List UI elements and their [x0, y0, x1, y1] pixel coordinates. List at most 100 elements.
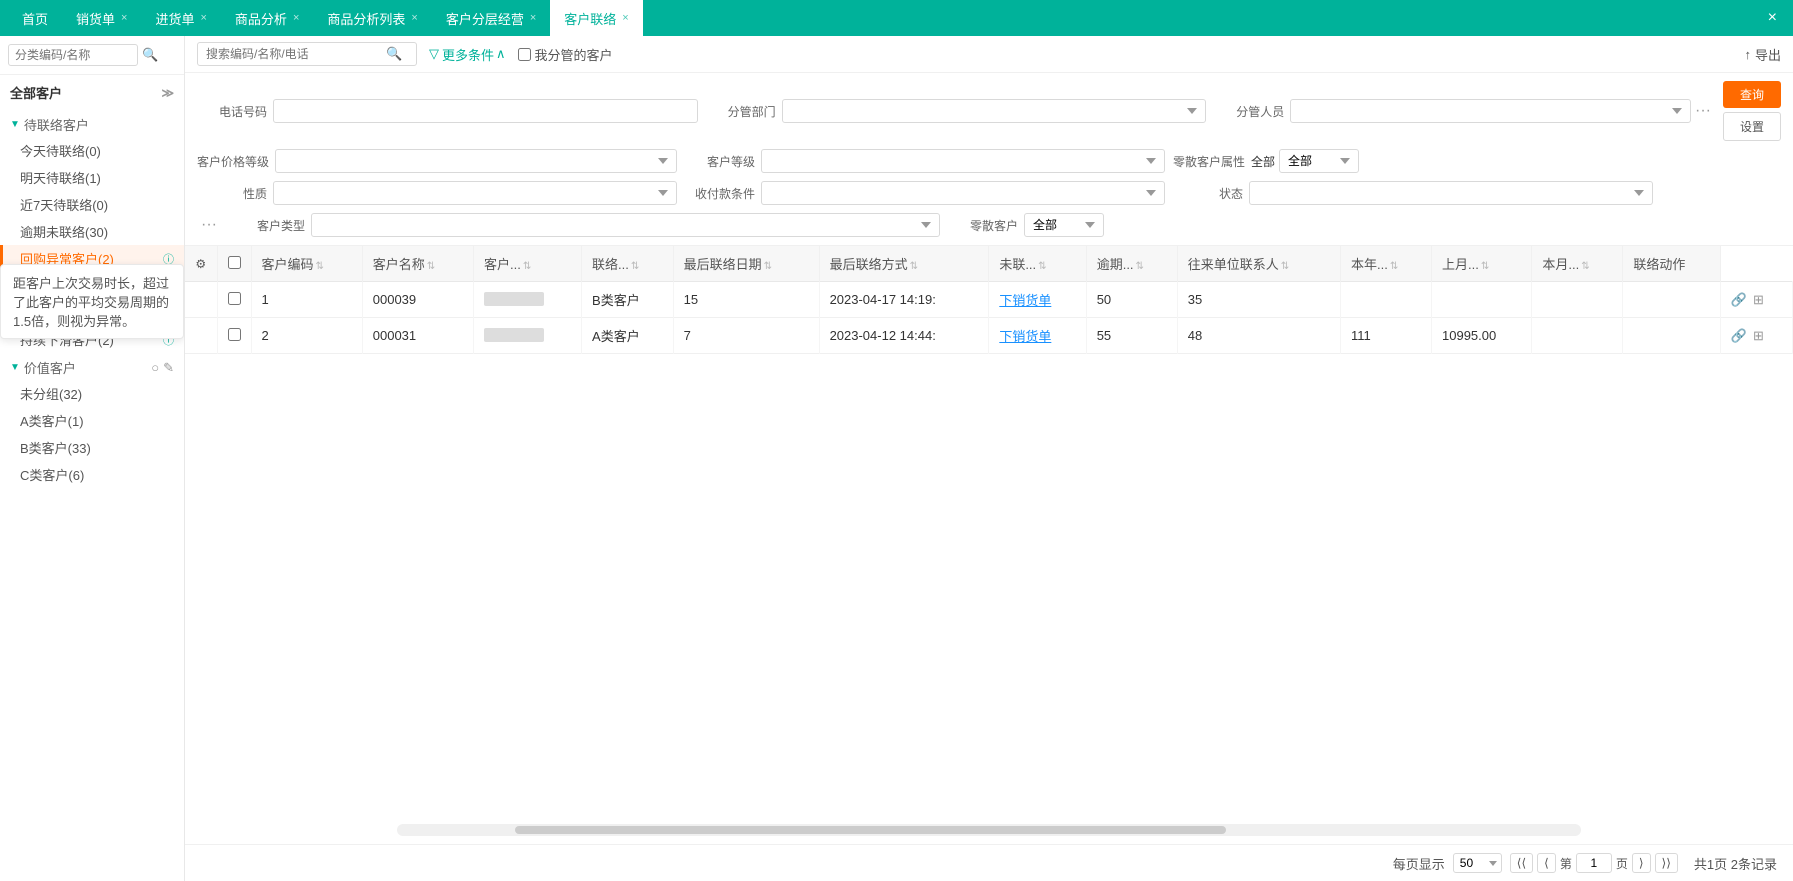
row1-action-qr-icon[interactable]: ⊞ [1753, 292, 1764, 308]
price-level-select[interactable] [275, 149, 677, 173]
filter-field-dots: ··· [197, 216, 227, 234]
value-group-edit-icon[interactable]: ✎ [163, 360, 174, 376]
nature-select[interactable] [273, 181, 677, 205]
sort-icon-code[interactable]: ⇅ [316, 261, 324, 272]
sidebar-item-a-class[interactable]: A类客户(1) [0, 407, 184, 434]
row1-checkbox[interactable] [217, 282, 251, 318]
advanced-filter-panel: 电话号码 分管部门 分管人员 ··· 查询 设置 [185, 73, 1793, 246]
export-button[interactable]: ↑ 导出 [1744, 45, 1781, 64]
first-page-button[interactable]: ⟨⟨ [1510, 853, 1533, 873]
row1-action-link-icon[interactable]: 🔗 [1731, 292, 1747, 308]
my-customers-check[interactable] [518, 48, 531, 61]
sidebar-item-7day-contact[interactable]: 近7天待联络(0) [0, 191, 184, 218]
nav-customer-tier-close[interactable]: × [530, 12, 536, 24]
nav-product-analysis-list-close[interactable]: × [411, 12, 417, 24]
sidebar-search-icon[interactable]: 🔍 [142, 47, 158, 63]
row2-code: 000031 [362, 318, 473, 354]
row1-last-month [1532, 282, 1623, 318]
row2-uncontacted: 55 [1086, 318, 1177, 354]
nav-product-analysis[interactable]: 商品分析 × [221, 0, 313, 36]
sort-icon-date[interactable]: ⇅ [764, 261, 772, 272]
nav-product-analysis-close[interactable]: × [293, 12, 299, 24]
sidebar-item-b-class[interactable]: B类客户(33) [0, 434, 184, 461]
sidebar-item-today-contact[interactable]: 今天待联络(0) [0, 137, 184, 164]
sort-icon-this-year[interactable]: ⇅ [1390, 261, 1398, 272]
nav-sales-order-close[interactable]: × [121, 12, 127, 24]
nav-product-analysis-list[interactable]: 商品分析列表 × [313, 0, 431, 36]
sidebar-item-ungrouped[interactable]: 未分组(32) [0, 380, 184, 407]
settings-button[interactable]: 设置 [1723, 112, 1781, 141]
sort-icon-method[interactable]: ⇅ [910, 261, 918, 272]
nav-home[interactable]: 首页 [8, 0, 62, 36]
branch-dept-label: 分管部门 [706, 103, 776, 120]
sidebar-item-tomorrow-contact[interactable]: 明天待联络(1) [0, 164, 184, 191]
col-checkbox[interactable] [217, 246, 251, 282]
sidebar-group-pending-contact[interactable]: ▼ 待联络客户 [0, 110, 184, 137]
row1-last-contact-method[interactable]: 下销货单 [989, 282, 1086, 318]
row2-checkbox[interactable] [217, 318, 251, 354]
row2-last-contact-method[interactable]: 下销货单 [989, 318, 1086, 354]
row1-name [474, 282, 582, 318]
retail-customer-select[interactable]: 全部 [1024, 213, 1104, 237]
last-page-button[interactable]: ⟩⟩ [1655, 853, 1678, 873]
sidebar-item-overdue-contact[interactable]: 逾期未联络(30) [0, 218, 184, 245]
horizontal-scrollbar[interactable] [397, 824, 1581, 836]
filter-row-3: 性质 收付款条件 状态 [197, 181, 1781, 205]
nav-customer-tier[interactable]: 客户分层经营 × [432, 0, 550, 36]
customer-level-select[interactable] [761, 149, 1165, 173]
branch-person-more-icon[interactable]: ··· [1691, 102, 1715, 120]
row2-action-link-icon[interactable]: 🔗 [1731, 328, 1747, 344]
filter-search-icon[interactable]: 🔍 [386, 46, 402, 62]
pagination-bar: 每页显示 50 20 100 ⟨⟨ ⟨ 第 页 ⟩ ⟩⟩ 共1页 2条记录 [185, 844, 1793, 881]
nav-purchase-order-close[interactable]: × [200, 12, 206, 24]
retail-attr-value: 全部 [1251, 153, 1275, 170]
payment-select[interactable] [761, 181, 1165, 205]
select-all-checkbox[interactable] [228, 256, 241, 269]
filter-field-price-level: 客户价格等级 [197, 149, 677, 173]
sort-icon-last-month[interactable]: ⇅ [1481, 261, 1489, 272]
page-number-input[interactable] [1576, 853, 1612, 873]
nav-purchase-order[interactable]: 进货单 × [141, 0, 220, 36]
content-area: 🔍 ▽ 更多条件 ∧ 我分管的客户 ↑ 导出 电话号码 [185, 36, 1793, 881]
horizontal-scrollbar-thumb[interactable] [515, 826, 1225, 834]
query-button[interactable]: 查询 [1723, 81, 1781, 108]
sidebar-item-c-class[interactable]: C类客户(6) [0, 461, 184, 488]
filter-search-input[interactable] [206, 47, 386, 61]
sidebar-group-value-customers[interactable]: ▼ 价值客户 ○ ✎ [0, 353, 184, 380]
row1-this-month [1623, 282, 1720, 318]
next-page-button[interactable]: ⟩ [1632, 853, 1651, 873]
sort-icon-this-month[interactable]: ⇅ [1581, 261, 1589, 272]
row2-action-qr-icon[interactable]: ⊞ [1753, 328, 1764, 344]
value-group-refresh-icon[interactable]: ○ [151, 360, 159, 376]
window-close-button[interactable]: × [1760, 9, 1785, 26]
sort-icon-uncontacted[interactable]: ⇅ [1038, 261, 1046, 272]
per-page-select[interactable]: 50 20 100 [1453, 853, 1502, 873]
sidebar-all-customers-header[interactable]: 全部客户 ≫ [0, 75, 184, 110]
sidebar-collapse-icon[interactable]: ≫ [161, 86, 174, 100]
more-conditions-button[interactable]: ▽ 更多条件 ∧ [429, 45, 506, 64]
sort-icon-contact[interactable]: ⇅ [631, 261, 639, 272]
branch-dept-select[interactable] [782, 99, 1207, 123]
nav-customer-contact-close[interactable]: × [622, 12, 628, 24]
my-customers-checkbox[interactable]: 我分管的客户 [518, 45, 613, 64]
nav-customer-contact[interactable]: 客户联络 × [550, 0, 642, 36]
filter-icon: ▽ [429, 46, 439, 62]
status-select[interactable] [1249, 181, 1653, 205]
sidebar: 🔍 全部客户 ≫ ▼ 待联络客户 今天待联络(0) 明天待联络(1) 近7天待联… [0, 36, 185, 881]
extra-filter-dots[interactable]: ··· [197, 216, 221, 234]
customer-level-label: 客户等级 [685, 153, 755, 170]
phone-input[interactable] [273, 99, 698, 123]
row2-level: A类客户 [582, 318, 674, 354]
sidebar-search-input[interactable] [8, 44, 138, 66]
branch-person-select[interactable] [1290, 99, 1691, 123]
sort-icon-level[interactable]: ⇅ [523, 261, 531, 272]
nav-sales-order[interactable]: 销货单 × [62, 0, 141, 36]
customer-type-select[interactable] [311, 213, 940, 237]
sort-icon-name[interactable]: ⇅ [427, 261, 435, 272]
col-settings[interactable]: ⚙ [185, 246, 217, 282]
sort-icon-overdue[interactable]: ⇅ [1136, 261, 1144, 272]
prev-page-button[interactable]: ⟨ [1537, 853, 1556, 873]
total-records-label: 共1页 2条记录 [1694, 854, 1777, 873]
retail-attr-select[interactable]: 全部 [1279, 149, 1359, 173]
sort-icon-contact-person[interactable]: ⇅ [1281, 261, 1289, 272]
